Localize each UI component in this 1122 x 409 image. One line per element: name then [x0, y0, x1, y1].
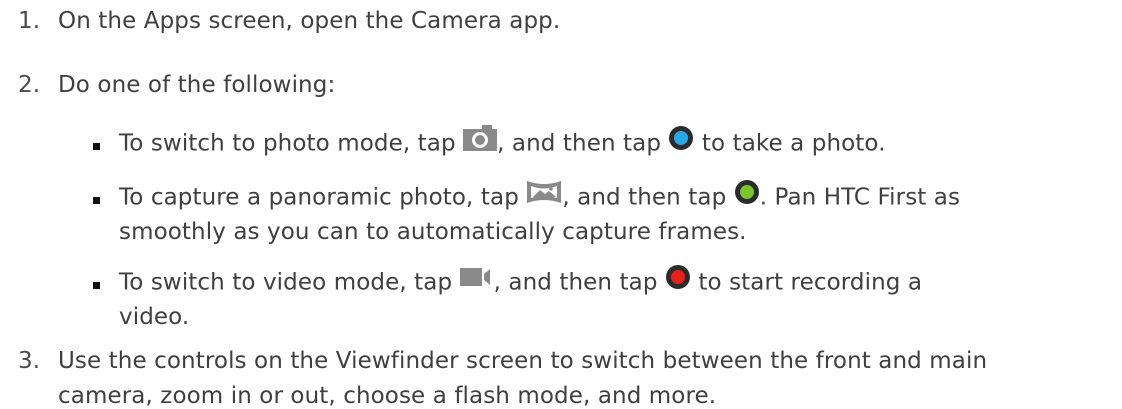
step-text-line-1: Use the controls on the Viewfinder scree…: [58, 348, 988, 374]
step-number: 1.: [18, 8, 41, 34]
bullet-marker: [93, 197, 100, 204]
video-camera-icon: [459, 266, 494, 294]
step-text-line-2: camera, zoom in or out, choose a flash m…: [58, 383, 717, 409]
bullet-text: smoothly as you can to automatically cap…: [119, 219, 747, 245]
bullet-marker: [93, 143, 100, 150]
step-number: 2.: [18, 72, 41, 98]
step-text: Do one of the following:: [58, 72, 336, 98]
bullet-text: To switch to video mode, tap , and then …: [119, 264, 922, 299]
bullet-marker: [93, 282, 100, 289]
step-text: On the Apps screen, open the Camera app.: [58, 8, 561, 34]
bullet-text: video.: [119, 304, 190, 330]
step-number: 3.: [18, 348, 41, 374]
bullet-text: To switch to photo mode, tap , and then …: [119, 125, 886, 160]
green-shutter-icon: [734, 179, 760, 211]
camera-icon: [463, 125, 498, 157]
blue-shutter-icon: [668, 125, 694, 157]
bullet-text: To capture a panoramic photo, tap , and …: [119, 179, 960, 214]
panorama-icon: [526, 179, 562, 211]
red-record-icon: [665, 264, 691, 296]
